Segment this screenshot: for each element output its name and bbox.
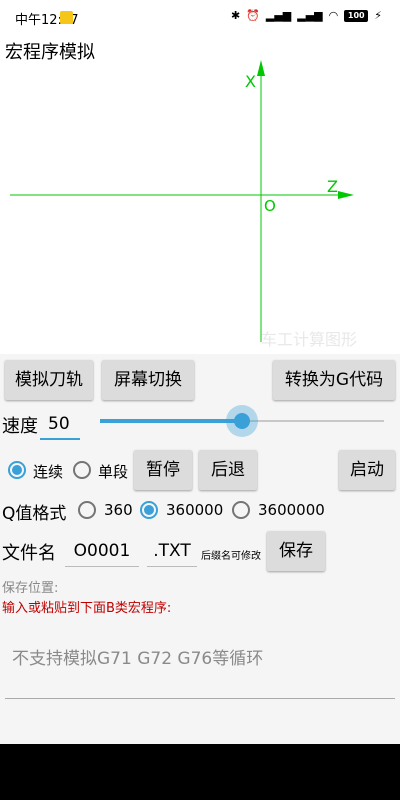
alarm-icon: ⏰: [246, 9, 260, 22]
single-step-radio[interactable]: [73, 461, 91, 479]
single-step-label: 单段: [98, 463, 129, 481]
signal-icon: ▂▄▆: [297, 9, 323, 22]
q-format-radio-360[interactable]: [78, 501, 96, 519]
simulation-canvas[interactable]: X Z O 宏程序模拟 车工计算图形: [0, 36, 400, 354]
origin-label: O: [264, 197, 276, 215]
simulation-title: 宏程序模拟: [5, 42, 95, 63]
navigation-area: [0, 744, 400, 800]
speed-label: 速度: [2, 416, 38, 437]
q-format-radio-360000[interactable]: [140, 501, 158, 519]
signal-icon: ▂▄▆: [265, 9, 292, 22]
extension-hint: 后缀名可修改: [201, 551, 261, 562]
axes-drawing: X Z O: [10, 60, 354, 342]
pause-button[interactable]: 暂停: [134, 450, 192, 490]
controls-panel: 模拟刀轨 屏幕切换 转换为G代码 速度 50 连续 单段 暂停 后退 启动 Q值…: [0, 354, 400, 744]
q-format-radio-3600000[interactable]: [232, 501, 250, 519]
input-hint: 输入或粘贴到下面B类宏程序:: [2, 601, 172, 616]
continuous-radio[interactable]: [8, 461, 26, 479]
wifi-icon: ◠: [328, 9, 339, 22]
back-button[interactable]: 后退: [199, 450, 257, 490]
convert-to-gcode-button[interactable]: 转换为G代码: [273, 360, 395, 400]
speed-input[interactable]: 50: [40, 410, 80, 440]
notification-app-icon: [60, 11, 73, 24]
switch-screen-button[interactable]: 屏幕切换: [102, 360, 194, 400]
battery-icon: 100: [344, 9, 369, 22]
file-name-label: 文件名: [2, 543, 56, 564]
slider-fill: [100, 419, 242, 423]
q-format-option-3600000: 3600000: [258, 501, 325, 519]
charging-icon: ⚡: [374, 9, 382, 22]
start-button[interactable]: 启动: [339, 450, 395, 490]
q-format-option-360: 360: [104, 501, 133, 519]
status-bar: 中午12:27 ✱ ⏰ ▂▄▆ ▂▄▆ ◠ 100 ⚡: [0, 0, 400, 36]
file-name-input[interactable]: O0001: [65, 535, 139, 567]
bluetooth-icon: ✱: [230, 9, 241, 22]
simulate-toolpath-button[interactable]: 模拟刀轨: [5, 360, 93, 400]
save-button[interactable]: 保存: [267, 531, 325, 571]
x-axis-label: X: [245, 72, 256, 91]
file-extension-input[interactable]: .TXT: [147, 535, 197, 567]
status-icons: ✱ ⏰ ▂▄▆ ▂▄▆ ◠ 100 ⚡: [231, 9, 382, 22]
z-axis-arrow: [338, 191, 354, 199]
slider-thumb[interactable]: [234, 413, 250, 429]
z-axis-label: Z: [327, 177, 338, 196]
program-input[interactable]: 不支持模拟G71 G72 G76等循环: [5, 639, 395, 699]
speed-slider[interactable]: [100, 405, 384, 437]
watermark: 车工计算图形: [261, 330, 358, 349]
save-location-label: 保存位置:: [2, 581, 59, 596]
q-format-label: Q值格式: [2, 504, 67, 524]
q-format-option-360000: 360000: [166, 501, 224, 519]
x-axis-arrow: [257, 60, 265, 76]
continuous-label: 连续: [33, 463, 64, 481]
